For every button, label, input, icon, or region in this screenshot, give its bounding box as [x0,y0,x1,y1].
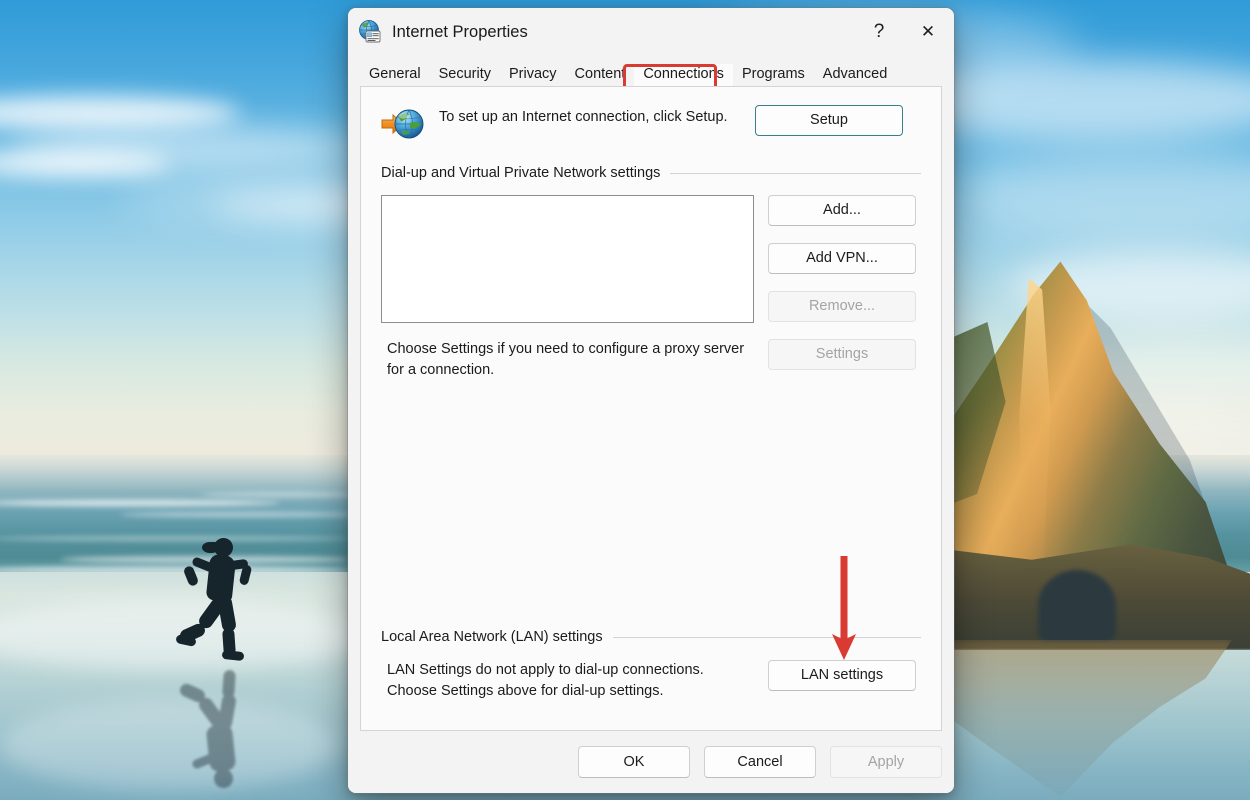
dialog-titlebar: Internet Properties ? ✕ [348,8,954,56]
setup-row: To set up an Internet connection, click … [361,87,941,143]
dialup-group-header: Dial-up and Virtual Private Network sett… [381,165,921,181]
dialup-group-title: Dial-up and Virtual Private Network sett… [381,165,661,181]
lan-group-title: Local Area Network (LAN) settings [381,629,603,645]
help-button[interactable]: ? [856,12,902,52]
connections-tab-panel: To set up an Internet connection, click … [360,86,942,731]
proxy-row: Choose Settings if you need to configure… [381,339,921,380]
dialup-body: Add... Add VPN... Remove... [381,195,921,323]
runner-silhouette [168,538,278,668]
close-icon[interactable]: ✕ [902,12,954,52]
add-button[interactable]: Add... [768,195,916,226]
rock-formation [880,0,1250,800]
internet-connection-globe-icon [381,107,425,143]
dialog-footer: OK Cancel Apply [348,731,954,793]
tab-connections[interactable]: Connections [634,63,733,86]
dialog-title: Internet Properties [392,22,528,41]
cancel-button[interactable]: Cancel [704,746,816,778]
surf-line [200,492,360,497]
apply-button: Apply [830,746,942,778]
tab-privacy[interactable]: Privacy [500,64,566,87]
setup-description: To set up an Internet connection, click … [439,109,728,125]
dialup-button-column: Add... Add VPN... Remove... [768,195,916,322]
dialup-connections-listbox[interactable] [381,195,754,323]
internet-properties-dialog: Internet Properties ? ✕ General Security… [348,8,954,793]
group-divider [612,636,921,638]
runner-reflection [168,666,278,788]
add-vpn-button[interactable]: Add VPN... [768,243,916,274]
settings-button: Settings [768,339,916,370]
dialup-group: Dial-up and Virtual Private Network sett… [361,165,941,380]
tab-security[interactable]: Security [430,64,500,87]
lan-description: LAN Settings do not apply to dial-up con… [387,662,704,699]
internet-properties-icon [357,19,383,45]
lan-settings-button[interactable]: LAN settings [768,660,916,691]
tab-content[interactable]: Content [566,64,635,87]
surf-line [120,512,360,517]
lan-group-header: Local Area Network (LAN) settings [381,629,921,645]
group-divider [670,172,921,174]
proxy-description: Choose Settings if you need to configure… [387,341,745,378]
lan-body: LAN Settings do not apply to dial-up con… [381,660,921,701]
setup-button[interactable]: Setup [755,105,903,136]
lan-group: Local Area Network (LAN) settings LAN Se… [361,629,941,701]
tab-advanced[interactable]: Advanced [814,64,897,87]
tab-programs[interactable]: Programs [733,64,814,87]
tab-general[interactable]: General [360,64,430,87]
remove-button: Remove... [768,291,916,322]
ok-button[interactable]: OK [578,746,690,778]
tab-strip: General Security Privacy Content Connect… [348,56,954,96]
